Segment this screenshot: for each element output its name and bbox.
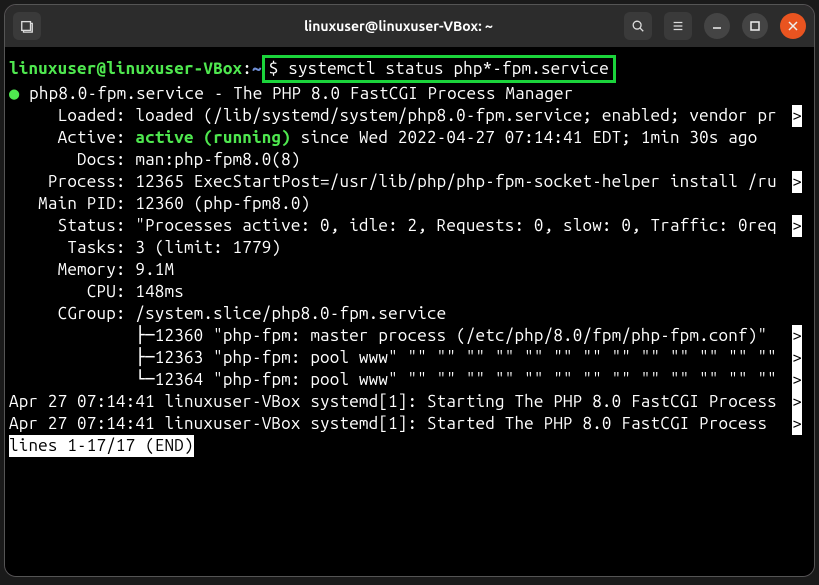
prompt-user: linuxuser@linuxuser-VBox [9, 59, 242, 78]
window-title: linuxuser@linuxuser-VBox: ~ [181, 18, 616, 34]
prompt-line: linuxuser@linuxuser-VBox:~$ systemctl st… [9, 55, 810, 83]
prompt-symbol: $ [269, 59, 279, 78]
status-dot-icon: ● [9, 84, 29, 103]
output-line: Active: active (running) since Wed 2022-… [9, 127, 810, 149]
prompt-path: ~ [252, 59, 262, 78]
output-line: Main PID: 12360 (php-fpm8.0) [9, 193, 810, 215]
truncation-indicator: > [792, 391, 802, 413]
new-tab-button[interactable] [13, 12, 41, 40]
output-line: ● php8.0-fpm.service - The PHP 8.0 FastC… [9, 83, 810, 105]
output-line: Loaded: loaded (/lib/systemd/system/php8… [9, 105, 810, 127]
pager-status: lines 1-17/17 (END) [9, 435, 810, 457]
titlebar: linuxuser@linuxuser-VBox: ~ [5, 5, 814, 47]
output-line: Status: "Processes active: 0, idle: 2, R… [9, 215, 810, 237]
truncation-indicator: > [792, 105, 802, 127]
output-line: CPU: 148ms [9, 281, 810, 303]
search-button[interactable] [624, 12, 652, 40]
pager-text: lines 1-17/17 (END) [9, 435, 194, 457]
output-line: └─12364 "php-fpm: pool www" "" "" "" "" … [9, 369, 810, 391]
output-line: ├─12363 "php-fpm: pool www" "" "" "" "" … [9, 347, 810, 369]
terminal-body[interactable]: linuxuser@linuxuser-VBox:~$ systemctl st… [5, 47, 814, 576]
menu-button[interactable] [664, 12, 692, 40]
terminal-window: linuxuser@linuxuser-VBox: ~ linuxuser@li… [4, 4, 815, 577]
truncation-indicator: > [792, 215, 802, 237]
output-line: Apr 27 07:14:41 linuxuser-VBox systemd[1… [9, 413, 810, 435]
command-text: systemctl status php*-fpm.service [288, 59, 609, 78]
output-line: ├─12360 "php-fpm: master process (/etc/p… [9, 325, 810, 347]
truncation-indicator: > [792, 347, 802, 369]
output-line: CGroup: /system.slice/php8.0-fpm.service [9, 303, 810, 325]
truncation-indicator: > [792, 325, 802, 347]
output-line: Tasks: 3 (limit: 1779) [9, 237, 810, 259]
truncation-indicator: > [792, 413, 802, 435]
output-line: Memory: 9.1M [9, 259, 810, 281]
maximize-button[interactable] [742, 13, 768, 39]
prompt-sep: : [242, 59, 252, 78]
command-highlight-box: $ systemctl status php*-fpm.service [262, 55, 616, 83]
minimize-button[interactable] [704, 13, 730, 39]
output-line: Apr 27 07:14:41 linuxuser-VBox systemd[1… [9, 391, 810, 413]
output-line: Docs: man:php-fpm8.0(8) [9, 149, 810, 171]
truncation-indicator: > [792, 171, 802, 193]
truncation-indicator: > [792, 369, 802, 391]
close-button[interactable] [780, 13, 806, 39]
output-line: Process: 12365 ExecStartPost=/usr/lib/ph… [9, 171, 810, 193]
active-status: active (running) [135, 128, 291, 147]
